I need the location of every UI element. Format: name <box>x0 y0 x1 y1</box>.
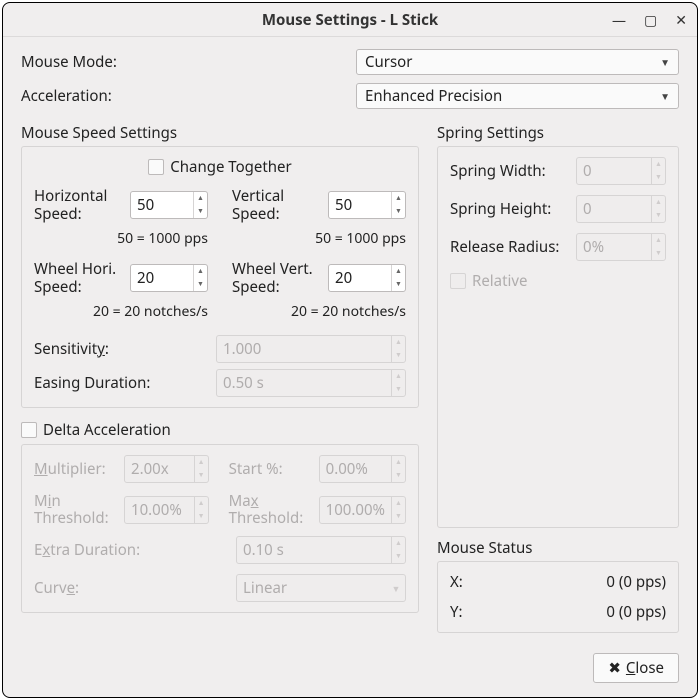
min-thresh-stepper: 10.00% ▲▼ <box>124 496 209 524</box>
wv-speed-hint: 20 = 20 notches/s <box>232 302 406 321</box>
close-label: Close <box>626 658 664 678</box>
max-thresh-stepper: 100.00% ▲▼ <box>319 496 406 524</box>
multiplier-stepper: 2.00x ▲▼ <box>124 455 209 483</box>
mouse-status-title: Mouse Status <box>437 538 679 558</box>
sensitivity-label: Sensitivity: <box>34 339 204 359</box>
min-thresh-label: Min Threshold: <box>34 493 116 526</box>
release-radius-label: Release Radius: <box>450 237 568 257</box>
wh-speed-hint: 20 = 20 notches/s <box>34 302 208 321</box>
v-speed-hint: 50 = 1000 pps <box>232 229 406 248</box>
v-speed-label: Vertical Speed: <box>232 187 320 223</box>
curve-value: Linear <box>237 575 387 601</box>
acceleration-select[interactable]: Enhanced Precision ▼ <box>356 83 679 109</box>
wv-speed-stepper[interactable]: 20 ▲▼ <box>328 264 406 292</box>
easing-stepper: 0.50 s ▲▼ <box>216 369 406 397</box>
down-icon: ▼ <box>392 383 405 396</box>
mouse-status-box: X: 0 (0 pps) Y: 0 (0 pps) <box>437 561 679 633</box>
h-speed-value: 50 <box>131 192 193 218</box>
close-button[interactable]: ✖ Close <box>593 653 679 683</box>
max-thresh-label: Max Threshold: <box>229 493 311 526</box>
minimize-icon[interactable]: — <box>612 11 626 30</box>
speed-settings-box: Change Together Horizontal Speed: 50 ▲▼ <box>21 146 419 408</box>
wv-speed-label: Wheel Vert. Speed: <box>232 260 320 296</box>
up-icon[interactable]: ▲ <box>194 265 207 278</box>
status-x-label: X: <box>450 572 490 592</box>
spring-width-label: Spring Width: <box>450 161 568 181</box>
change-together-label: Change Together <box>170 157 291 177</box>
multiplier-value: 2.00x <box>125 456 194 482</box>
delta-accel-box: Multiplier: 2.00x ▲▼ Start %: 0.00% ▲▼ <box>21 444 419 613</box>
delta-accel-checkbox[interactable] <box>21 422 37 438</box>
easing-value: 0.50 s <box>217 370 391 396</box>
spring-height-stepper: 0 ▲▼ <box>576 195 666 223</box>
v-speed-stepper[interactable]: 50 ▲▼ <box>328 191 406 219</box>
acceleration-value: Enhanced Precision <box>365 86 502 106</box>
release-radius-stepper: 0% ▲▼ <box>576 233 666 261</box>
extra-duration-value: 0.10 s <box>237 537 391 563</box>
sensitivity-value: 1.000 <box>217 336 391 362</box>
maximize-icon[interactable]: ▢ <box>644 11 657 30</box>
mouse-mode-label: Mouse Mode: <box>21 52 356 72</box>
h-speed-stepper[interactable]: 50 ▲▼ <box>130 191 208 219</box>
sensitivity-stepper: 1.000 ▲▼ <box>216 335 406 363</box>
release-radius-value: 0% <box>577 234 651 260</box>
chevron-down-icon: ▼ <box>660 89 670 103</box>
up-icon[interactable]: ▲ <box>392 192 405 205</box>
spring-width-value: 0 <box>577 158 651 184</box>
spring-width-stepper: 0 ▲▼ <box>576 157 666 185</box>
spring-settings-title: Spring Settings <box>437 123 679 143</box>
status-y-label: Y: <box>450 602 490 622</box>
mouse-mode-value: Cursor <box>365 52 412 72</box>
min-thresh-value: 10.00% <box>125 497 194 523</box>
close-icon[interactable]: ✕ <box>675 11 687 30</box>
up-icon[interactable]: ▲ <box>392 265 405 278</box>
change-together-checkbox[interactable] <box>148 159 164 175</box>
chevron-down-icon: ▼ <box>660 55 670 69</box>
window: Mouse Settings - L Stick — ▢ ✕ Mouse Mod… <box>2 2 698 698</box>
spring-height-label: Spring Height: <box>450 199 568 219</box>
up-icon: ▲ <box>392 336 405 349</box>
window-title: Mouse Settings - L Stick <box>262 10 438 30</box>
status-y-value: 0 (0 pps) <box>498 602 666 622</box>
wv-speed-value: 20 <box>329 265 391 291</box>
start-label: Start %: <box>229 461 311 478</box>
relative-checkbox <box>450 273 466 289</box>
speed-settings-title: Mouse Speed Settings <box>21 123 419 143</box>
down-icon[interactable]: ▼ <box>392 205 405 218</box>
spring-height-value: 0 <box>577 196 651 222</box>
v-speed-value: 50 <box>329 192 391 218</box>
wh-speed-value: 20 <box>131 265 193 291</box>
h-speed-label: Horizontal Speed: <box>34 187 122 223</box>
multiplier-label: Multiplier: <box>34 461 116 478</box>
down-icon[interactable]: ▼ <box>194 278 207 291</box>
extra-duration-stepper: 0.10 s ▲▼ <box>236 536 406 564</box>
acceleration-label: Acceleration: <box>21 86 356 106</box>
wh-speed-stepper[interactable]: 20 ▲▼ <box>130 264 208 292</box>
wh-speed-label: Wheel Hori. Speed: <box>34 260 122 296</box>
up-icon: ▲ <box>392 370 405 383</box>
spring-settings-box: Spring Width: 0 ▲▼ Spring Height: 0 ▲▼ R… <box>437 146 679 528</box>
close-x-icon: ✖ <box>608 658 621 678</box>
h-speed-hint: 50 = 1000 pps <box>34 229 208 248</box>
down-icon[interactable]: ▼ <box>392 278 405 291</box>
mouse-mode-select[interactable]: Cursor ▼ <box>356 49 679 75</box>
curve-select: Linear ▼ <box>236 574 406 602</box>
curve-label: Curve: <box>34 578 224 598</box>
max-thresh-value: 100.00% <box>320 497 391 523</box>
start-value: 0.00% <box>320 456 391 482</box>
relative-label: Relative <box>472 271 527 291</box>
easing-label: Easing Duration: <box>34 373 204 393</box>
window-controls: — ▢ ✕ <box>612 11 687 30</box>
up-icon[interactable]: ▲ <box>194 192 207 205</box>
extra-duration-label: Extra Duration: <box>34 540 224 560</box>
titlebar: Mouse Settings - L Stick — ▢ ✕ <box>3 3 697 37</box>
status-x-value: 0 (0 pps) <box>498 572 666 592</box>
delta-accel-label: Delta Acceleration <box>43 420 171 440</box>
down-icon[interactable]: ▼ <box>194 205 207 218</box>
down-icon: ▼ <box>392 349 405 362</box>
start-stepper: 0.00% ▲▼ <box>319 455 406 483</box>
